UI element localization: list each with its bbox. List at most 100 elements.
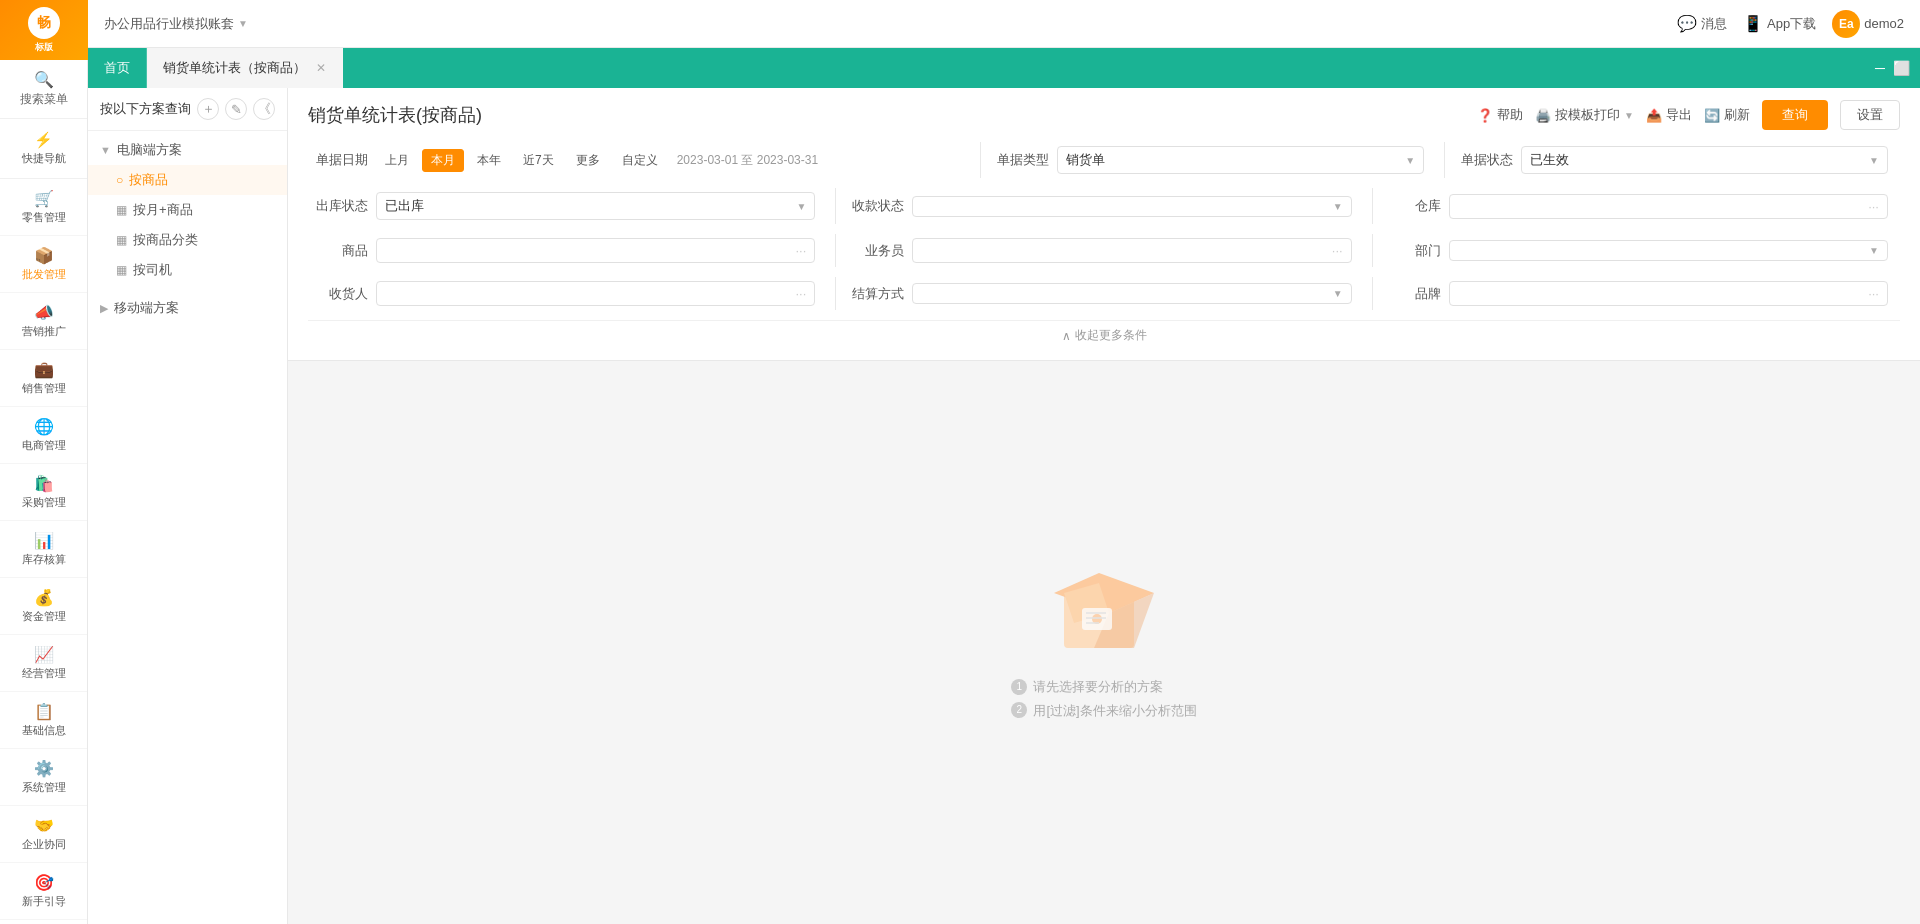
help-btn[interactable]: ❓ 帮助 <box>1477 106 1523 124</box>
brand-select[interactable]: ··· <box>1449 281 1888 306</box>
quick-nav-item[interactable]: ⚡ 快捷导航 <box>0 123 87 174</box>
scheme-item-by-driver[interactable]: ▦ 按司机 <box>88 255 287 285</box>
empty-tip-2: 2 用[过滤]条件来缩小分析范围 <box>1011 699 1196 722</box>
user-menu[interactable]: Ea demo2 <box>1832 10 1904 38</box>
sidebar-item-purchase[interactable]: 🛍️ 采购管理 <box>0 464 87 521</box>
dept-filter-cell: 部门 ▼ <box>1381 236 1900 265</box>
sidebar-item-system[interactable]: ⚙️ 系统管理 <box>0 749 87 806</box>
sidebar-item-retail[interactable]: 🛒 零售管理 <box>0 179 87 236</box>
export-label: 导出 <box>1666 106 1692 124</box>
date-tab-curr[interactable]: 本月 <box>422 149 464 172</box>
recv-status-arrow: ▼ <box>1333 201 1343 212</box>
recv-status-select[interactable]: ▼ <box>912 196 1351 217</box>
search-menu[interactable]: 🔍 搜索菜单 <box>0 60 87 119</box>
recv-status-control: ▼ <box>912 196 1351 217</box>
sidebar-item-corp[interactable]: 🤝 企业协同 <box>0 806 87 863</box>
tab-close-icon[interactable]: ✕ <box>316 61 326 75</box>
edit-scheme-btn[interactable]: ✎ <box>225 98 247 120</box>
page-header: 销货单统计表(按商品) ❓ 帮助 🖨️ 按模板打印 ▼ 📤 <box>288 88 1920 361</box>
dept-arrow: ▼ <box>1869 245 1879 256</box>
sidebar-item-sales[interactable]: 💼 销售管理 <box>0 350 87 407</box>
collapse-btn[interactable]: ∧ 收起更多条件 <box>308 320 1900 350</box>
sidebar-item-inventory[interactable]: 📊 库存核算 <box>0 521 87 578</box>
settings-btn[interactable]: 设置 <box>1840 100 1900 130</box>
v-divider <box>1444 142 1445 178</box>
salesman-select[interactable]: ··· <box>912 238 1351 263</box>
date-tab-more[interactable]: 更多 <box>567 149 609 172</box>
sidebar-item-marketing[interactable]: 📣 营销推广 <box>0 293 87 350</box>
date-range: 2023-03-01 至 2023-03-31 <box>677 152 818 169</box>
sidebar-item-wholesale[interactable]: 📦 批发管理 <box>0 236 87 293</box>
tip-text-2: 用[过滤]条件来缩小分析范围 <box>1033 699 1196 722</box>
sidebar-item-label: 系统管理 <box>22 780 66 795</box>
export-btn[interactable]: 📤 导出 <box>1646 106 1692 124</box>
scheme-panel-actions: ＋ ✎ 《 <box>197 98 275 120</box>
salesman-filter-cell: 业务员 ··· <box>844 234 1363 267</box>
tab-minimize-icon[interactable]: ─ <box>1875 60 1885 76</box>
doc-type-select[interactable]: 销货单 ▼ <box>1057 146 1424 174</box>
add-scheme-btn[interactable]: ＋ <box>197 98 219 120</box>
recv-status-label: 收款状态 <box>844 197 904 215</box>
date-tab-year[interactable]: 本年 <box>468 149 510 172</box>
collapse-panel-btn[interactable]: 《 <box>253 98 275 120</box>
date-tabs: 上月 本月 本年 近7天 更多 自定义 <box>376 149 667 172</box>
app-name: 标版 <box>35 41 53 54</box>
download-icon: 📱 <box>1743 14 1763 33</box>
date-tab-prev[interactable]: 上月 <box>376 149 418 172</box>
user-name: demo2 <box>1864 16 1904 31</box>
tip-num-2: 2 <box>1011 702 1027 718</box>
date-tab-week[interactable]: 近7天 <box>514 149 563 172</box>
sidebar-item-basic[interactable]: 📋 基础信息 <box>0 692 87 749</box>
settle-control: ▼ <box>912 283 1351 304</box>
sidebar-item-operation[interactable]: 📈 经营管理 <box>0 635 87 692</box>
dept-select[interactable]: ▼ <box>1449 240 1888 261</box>
search-label: 搜索菜单 <box>20 91 68 108</box>
quick-nav: ⚡ 快捷导航 <box>0 119 87 179</box>
tab-home[interactable]: 首页 <box>88 48 147 88</box>
brand-dots: ··· <box>1868 286 1879 301</box>
pc-scheme-group-header[interactable]: ▼ 电脑端方案 <box>88 135 287 165</box>
sidebar-item-guide[interactable]: 🎯 新手引导 <box>0 863 87 920</box>
sidebar-item-apps[interactable]: 🔧 应用中心 <box>0 920 87 924</box>
tip-num-1: 1 <box>1011 679 1027 695</box>
pc-group-label: 电脑端方案 <box>117 141 182 159</box>
message-btn[interactable]: 💬 消息 <box>1677 14 1727 33</box>
topbar: 办公用品行业模拟账套 ▼ 💬 消息 📱 App下载 Ea demo2 <box>88 0 1920 48</box>
out-status-select[interactable]: 已出库 ▼ <box>376 192 815 220</box>
help-label: 帮助 <box>1497 106 1523 124</box>
settle-filter-cell: 结算方式 ▼ <box>844 279 1363 308</box>
scheme-item-by-month-goods[interactable]: ▦ 按月+商品 <box>88 195 287 225</box>
date-tab-custom[interactable]: 自定义 <box>613 149 667 172</box>
page-actions: ❓ 帮助 🖨️ 按模板打印 ▼ 📤 导出 � <box>1477 100 1900 130</box>
mobile-scheme-group-header[interactable]: ▶ 移动端方案 <box>88 293 287 323</box>
doc-type-control: 销货单 ▼ <box>1057 146 1424 174</box>
date-filter-cell: 单据日期 上月 本月 本年 近7天 更多 自定义 20 <box>308 145 972 176</box>
doc-type-value: 销货单 <box>1066 151 1105 169</box>
query-btn[interactable]: 查询 <box>1762 100 1828 130</box>
sidebar-item-ecom[interactable]: 🌐 电商管理 <box>0 407 87 464</box>
recv-person-select[interactable]: ··· <box>376 281 815 306</box>
dept-label: 部门 <box>1381 242 1441 260</box>
brand-control: ··· <box>1449 281 1888 306</box>
refresh-btn[interactable]: 🔄 刷新 <box>1704 106 1750 124</box>
scheme-item-by-category[interactable]: ▦ 按商品分类 <box>88 225 287 255</box>
message-label: 消息 <box>1701 15 1727 33</box>
goods-select[interactable]: ··· <box>376 238 815 263</box>
tab-sales-stat-label: 销货单统计表（按商品） <box>163 59 306 77</box>
scheme-item-by-goods[interactable]: ○ 按商品 <box>88 165 287 195</box>
warehouse-control: ··· <box>1449 194 1888 219</box>
sidebar-menu: 🛒 零售管理 📦 批发管理 📣 营销推广 💼 销售管理 🌐 电商管理 🛍️ 采购… <box>0 179 87 924</box>
doc-status-control: 已生效 ▼ <box>1521 146 1888 174</box>
recv-person-filter-cell: 收货人 ··· <box>308 277 827 310</box>
warehouse-select[interactable]: ··· <box>1449 194 1888 219</box>
settle-select[interactable]: ▼ <box>912 283 1351 304</box>
template-print-btn[interactable]: 🖨️ 按模板打印 ▼ <box>1535 106 1634 124</box>
inventory-icon: 📊 <box>34 531 54 550</box>
tab-maximize-icon[interactable]: ⬜ <box>1893 60 1910 76</box>
app-download-btn[interactable]: 📱 App下载 <box>1743 14 1816 33</box>
doc-status-select[interactable]: 已生效 ▼ <box>1521 146 1888 174</box>
settle-label: 结算方式 <box>844 285 904 303</box>
sidebar-item-finance[interactable]: 💰 资金管理 <box>0 578 87 635</box>
tab-sales-stat[interactable]: 销货单统计表（按商品） ✕ <box>147 48 343 88</box>
account-dropdown[interactable]: 办公用品行业模拟账套 ▼ <box>104 15 248 33</box>
